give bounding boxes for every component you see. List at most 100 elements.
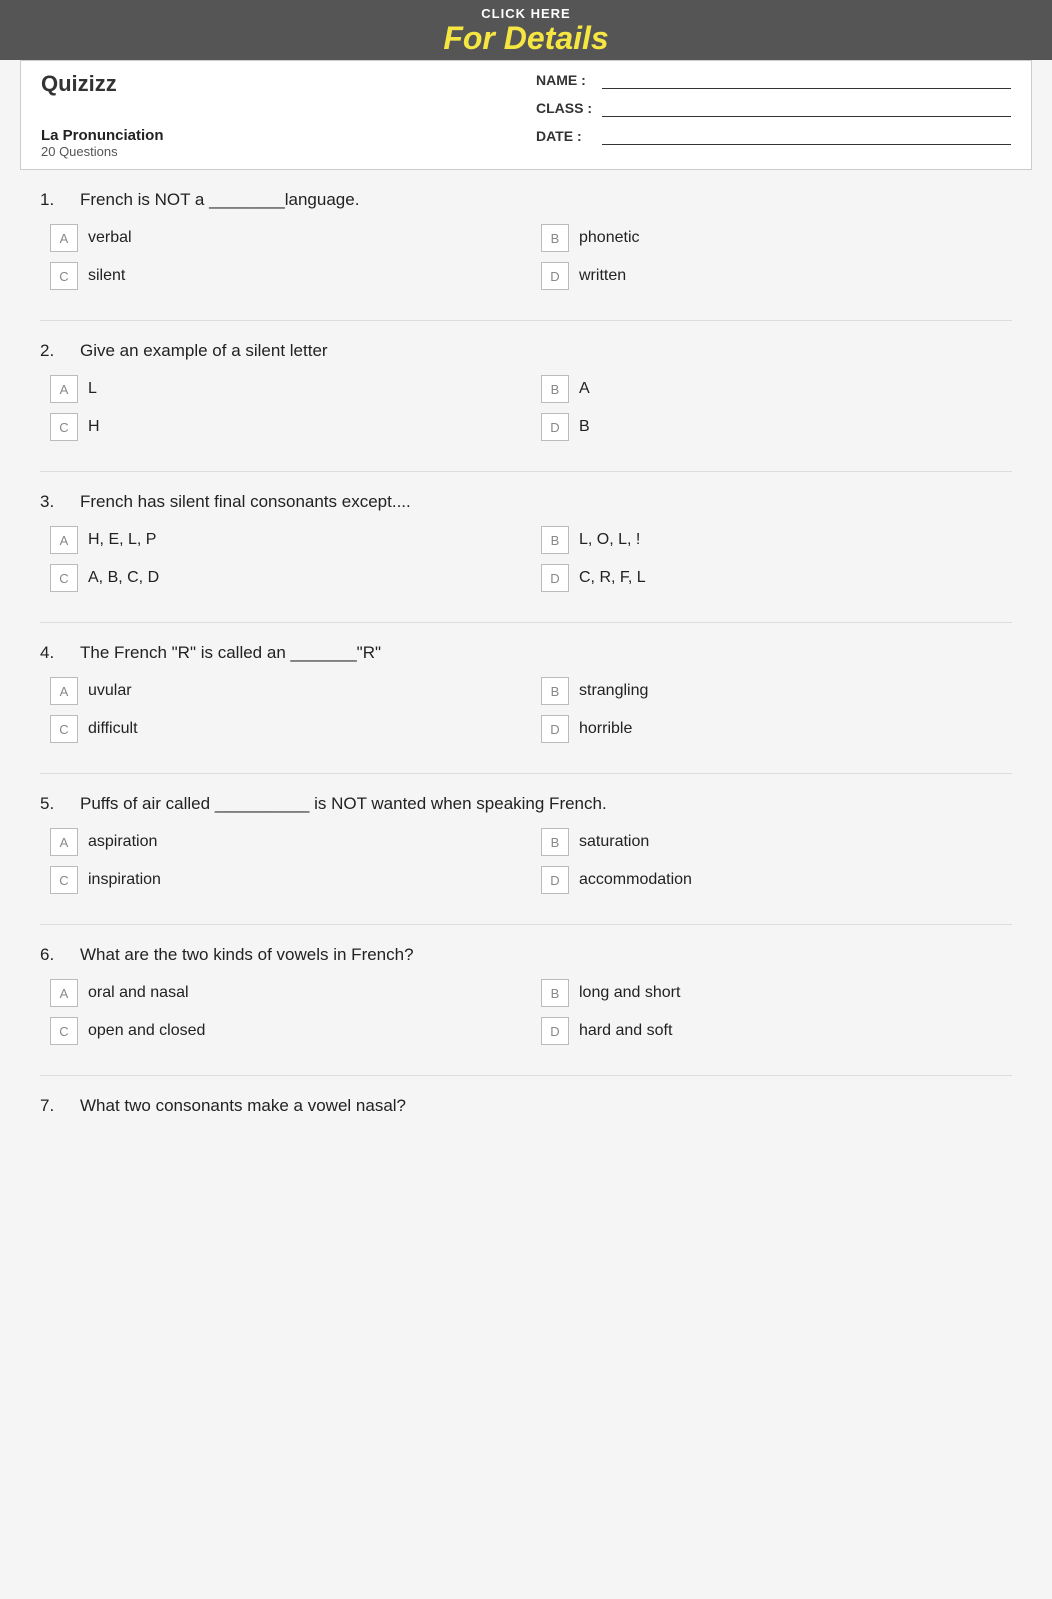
question-body-7: What two consonants make a vowel nasal? <box>80 1096 406 1116</box>
answer-option-6-A[interactable]: Aoral and nasal <box>50 979 521 1007</box>
answers-grid-5: Aaspiration Bsaturation Cinspiration Daccom… <box>50 828 1012 894</box>
answer-option-6-D[interactable]: Dhard and soft <box>541 1017 1012 1045</box>
divider-1 <box>40 320 1012 321</box>
header-box: Quizizz La Pronunciation 20 Questions NA… <box>20 60 1032 170</box>
date-field-row: DATE : <box>536 127 1011 145</box>
option-text-3-C: A, B, C, D <box>88 569 159 587</box>
answer-option-6-C[interactable]: Copen and closed <box>50 1017 521 1045</box>
answers-grid-2: ALBACHDB <box>50 375 1012 441</box>
option-box-5-B: B <box>541 828 569 856</box>
option-box-2-D: D <box>541 413 569 441</box>
answer-option-6-B[interactable]: Blong and short <box>541 979 1012 1007</box>
option-box-3-C: C <box>50 564 78 592</box>
question-number-6: 6. <box>40 945 70 965</box>
answers-grid-6: Aoral and nasal Blong and short Copen and … <box>50 979 1012 1045</box>
question-text-7: 7.What two consonants make a vowel nasal… <box>40 1096 1012 1116</box>
option-box-4-B: B <box>541 677 569 705</box>
question-text-4: 4.The French "R" is called an _______"R" <box>40 643 1012 663</box>
answer-option-5-D[interactable]: Daccommodation <box>541 866 1012 894</box>
option-text-4-D: horrible <box>579 720 632 738</box>
option-text-1-A: verbal <box>88 229 132 247</box>
answer-option-5-A[interactable]: Aaspiration <box>50 828 521 856</box>
question-text-2: 2.Give an example of a silent letter <box>40 341 1012 361</box>
option-box-6-B: B <box>541 979 569 1007</box>
answer-option-2-A[interactable]: AL <box>50 375 521 403</box>
answer-option-2-B[interactable]: BA <box>541 375 1012 403</box>
answer-option-5-C[interactable]: Cinspiration <box>50 866 521 894</box>
option-text-6-A: oral and nasal <box>88 984 189 1002</box>
option-text-3-B: L, O, L, ! <box>579 531 640 549</box>
answer-option-3-C[interactable]: C A, B, C, D <box>50 564 521 592</box>
question-block-7: 7.What two consonants make a vowel nasal… <box>40 1096 1012 1116</box>
option-box-2-C: C <box>50 413 78 441</box>
option-box-4-C: C <box>50 715 78 743</box>
option-text-1-C: silent <box>88 267 125 285</box>
option-box-2-A: A <box>50 375 78 403</box>
answer-option-4-C[interactable]: Cdifficult <box>50 715 521 743</box>
question-text-1: 1.French is NOT a ________language. <box>40 190 1012 210</box>
quizizz-logo: Quizizz <box>41 71 516 97</box>
option-text-5-D: accommodation <box>579 871 692 889</box>
questions-container: 1.French is NOT a ________language. Averb… <box>0 170 1052 1166</box>
option-box-3-D: D <box>541 564 569 592</box>
answer-option-3-A[interactable]: A H, E, L, P <box>50 526 521 554</box>
answer-option-2-C[interactable]: CH <box>50 413 521 441</box>
option-text-2-D: B <box>579 418 590 436</box>
answer-option-3-D[interactable]: DC, R, F, L <box>541 564 1012 592</box>
class-field-row: CLASS : <box>536 99 1011 117</box>
option-text-6-D: hard and soft <box>579 1022 672 1040</box>
question-number-4: 4. <box>40 643 70 663</box>
class-line <box>602 99 1011 117</box>
date-label: DATE : <box>536 128 596 144</box>
option-text-4-C: difficult <box>88 720 138 738</box>
answers-grid-1: Averbal Bphonetic Csilent Dwritten <box>50 224 1012 290</box>
answer-option-4-B[interactable]: Bstrangling <box>541 677 1012 705</box>
answer-option-3-B[interactable]: BL, O, L, ! <box>541 526 1012 554</box>
name-line <box>602 71 1011 89</box>
option-text-6-B: long and short <box>579 984 680 1002</box>
answer-option-1-D[interactable]: Dwritten <box>541 262 1012 290</box>
option-text-3-A: H, E, L, P <box>88 531 156 549</box>
click-here-text: CLICK HERE <box>0 6 1052 21</box>
option-text-4-A: uvular <box>88 682 132 700</box>
question-block-4: 4.The French "R" is called an _______"R"… <box>40 643 1012 743</box>
answer-option-1-A[interactable]: Averbal <box>50 224 521 252</box>
class-label: CLASS : <box>536 100 596 116</box>
option-box-4-A: A <box>50 677 78 705</box>
answer-option-2-D[interactable]: DB <box>541 413 1012 441</box>
option-box-1-C: C <box>50 262 78 290</box>
option-box-3-A: A <box>50 526 78 554</box>
option-box-4-D: D <box>541 715 569 743</box>
answer-option-1-B[interactable]: Bphonetic <box>541 224 1012 252</box>
option-text-2-C: H <box>88 418 100 436</box>
header-right: NAME : CLASS : DATE : <box>516 71 1011 155</box>
divider-6 <box>40 1075 1012 1076</box>
answer-option-4-A[interactable]: Auvular <box>50 677 521 705</box>
question-number-5: 5. <box>40 794 70 814</box>
option-box-6-C: C <box>50 1017 78 1045</box>
question-text-6: 6. What are the two kinds of vowels in Fr… <box>40 945 1012 965</box>
option-box-2-B: B <box>541 375 569 403</box>
question-body-6: What are the two kinds of vowels in Fren… <box>80 945 414 965</box>
answer-option-5-B[interactable]: Bsaturation <box>541 828 1012 856</box>
question-text-3: 3.French has silent final consonants exc… <box>40 492 1012 512</box>
question-block-6: 6. What are the two kinds of vowels in Fr… <box>40 945 1012 1045</box>
question-block-3: 3.French has silent final consonants exc… <box>40 492 1012 592</box>
name-label: NAME : <box>536 72 596 88</box>
option-text-2-B: A <box>579 380 590 398</box>
option-box-5-C: C <box>50 866 78 894</box>
question-body-1: French is NOT a ________language. <box>80 190 359 210</box>
option-text-5-A: aspiration <box>88 833 157 851</box>
divider-5 <box>40 924 1012 925</box>
answer-option-1-C[interactable]: Csilent <box>50 262 521 290</box>
question-block-1: 1.French is NOT a ________language. Averb… <box>40 190 1012 290</box>
option-text-4-B: strangling <box>579 682 648 700</box>
option-text-5-B: saturation <box>579 833 649 851</box>
top-banner[interactable]: CLICK HERE For Details <box>0 0 1052 60</box>
divider-2 <box>40 471 1012 472</box>
question-body-2: Give an example of a silent letter <box>80 341 328 361</box>
question-number-3: 3. <box>40 492 70 512</box>
date-line <box>602 127 1011 145</box>
answer-option-4-D[interactable]: Dhorrible <box>541 715 1012 743</box>
option-box-1-B: B <box>541 224 569 252</box>
